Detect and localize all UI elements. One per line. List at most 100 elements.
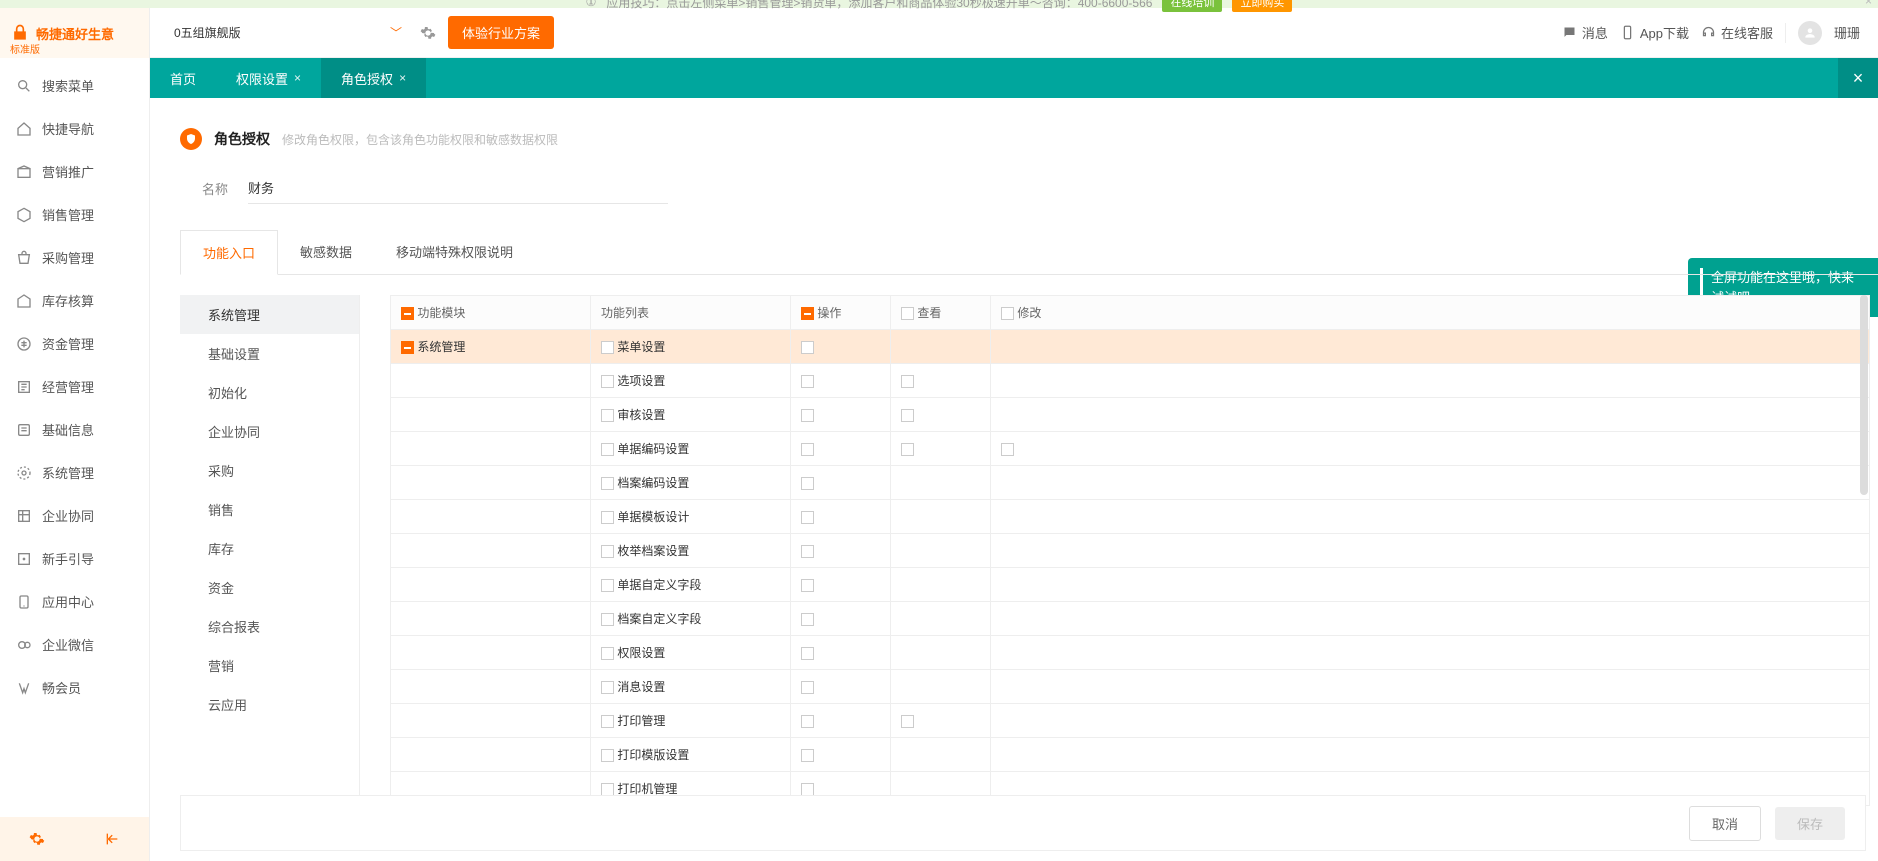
app-download-link[interactable]: App下载 (1620, 23, 1689, 42)
sidebar-item-search[interactable]: 搜索菜单 (0, 64, 149, 107)
row-list-checkbox[interactable] (601, 477, 614, 490)
row-list-checkbox[interactable] (601, 341, 614, 354)
row-op-checkbox[interactable] (801, 613, 814, 626)
category-init[interactable]: 初始化 (180, 373, 359, 412)
category-sales[interactable]: 销售 (180, 490, 359, 529)
row-list-checkbox[interactable] (601, 681, 614, 694)
module-row-checkbox[interactable] (401, 341, 414, 354)
row-op-checkbox[interactable] (801, 749, 814, 762)
inner-tab-func[interactable]: 功能入口 (180, 230, 278, 275)
role-name-value: 财务 (248, 172, 668, 204)
category-sys[interactable]: 系统管理 (180, 295, 359, 334)
table-row: 审核设置 (391, 398, 1870, 432)
tab-label: 权限设置 (236, 69, 288, 88)
row-list-checkbox[interactable] (601, 579, 614, 592)
sidebar-item-coop[interactable]: 企业协同 (0, 494, 149, 537)
app-download-label: App下载 (1640, 23, 1689, 42)
row-op-checkbox[interactable] (801, 375, 814, 388)
op-header-checkbox[interactable] (801, 307, 814, 320)
org-select[interactable]: 0五组旗舰版 ﹀ (168, 20, 408, 45)
avatar[interactable] (1798, 21, 1822, 45)
row-op-checkbox[interactable] (801, 443, 814, 456)
promo-close-icon[interactable]: × (1865, 0, 1872, 8)
sidebar-item-guide[interactable]: 新手引导 (0, 537, 149, 580)
sidebar-item-stock[interactable]: 库存核算 (0, 279, 149, 322)
feature-name: 消息设置 (617, 680, 665, 694)
row-op-checkbox[interactable] (801, 579, 814, 592)
row-op-checkbox[interactable] (801, 477, 814, 490)
row-op-checkbox[interactable] (801, 545, 814, 558)
sidebar-item-member[interactable]: 畅会员 (0, 666, 149, 709)
row-op-checkbox[interactable] (801, 681, 814, 694)
row-list-checkbox[interactable] (601, 443, 614, 456)
tab-close-icon[interactable]: × (294, 71, 301, 85)
row-list-checkbox[interactable] (601, 715, 614, 728)
row-view-checkbox[interactable] (901, 375, 914, 388)
messages-label: 消息 (1582, 23, 1608, 42)
page-title: 角色授权 (214, 129, 270, 149)
row-list-checkbox[interactable] (601, 545, 614, 558)
user-name[interactable]: 珊珊 (1834, 23, 1860, 42)
tab-home[interactable]: 首页 (150, 58, 216, 98)
table-scrollbar[interactable] (1860, 295, 1868, 495)
settings-gear-icon[interactable] (29, 831, 45, 847)
row-op-checkbox[interactable] (801, 341, 814, 354)
customer-service-link[interactable]: 在线客服 (1701, 23, 1773, 42)
save-button[interactable]: 保存 (1775, 807, 1845, 840)
row-list-checkbox[interactable] (601, 613, 614, 626)
sidebar-item-wecom[interactable]: 企业微信 (0, 623, 149, 666)
module-header-checkbox[interactable] (401, 307, 414, 320)
row-view-checkbox[interactable] (901, 409, 914, 422)
sidebar-item-system[interactable]: 系统管理 (0, 451, 149, 494)
row-view-checkbox[interactable] (901, 715, 914, 728)
row-list-checkbox[interactable] (601, 409, 614, 422)
category-base[interactable]: 基础设置 (180, 334, 359, 373)
row-edit-checkbox[interactable] (1001, 443, 1014, 456)
sidebar-item-sales[interactable]: 销售管理 (0, 193, 149, 236)
row-op-checkbox[interactable] (801, 715, 814, 728)
sidebar-item-basic[interactable]: 基础信息 (0, 408, 149, 451)
row-op-checkbox[interactable] (801, 511, 814, 524)
category-fund[interactable]: 资金 (180, 568, 359, 607)
sidebar-item-appcenter[interactable]: 应用中心 (0, 580, 149, 623)
row-list-checkbox[interactable] (601, 749, 614, 762)
close-all-tabs-icon[interactable]: × (1838, 58, 1878, 98)
category-report[interactable]: 综合报表 (180, 607, 359, 646)
sidebar-item-marketing[interactable]: 营销推广 (0, 150, 149, 193)
row-list-checkbox[interactable] (601, 511, 614, 524)
tab-role[interactable]: 角色授权× (321, 58, 426, 98)
sidebar-item-quicknav[interactable]: 快捷导航 (0, 107, 149, 150)
category-coop[interactable]: 企业协同 (180, 412, 359, 451)
cancel-button[interactable]: 取消 (1689, 806, 1761, 841)
promo-training-button[interactable]: 在线培训 (1162, 0, 1222, 12)
category-purchase[interactable]: 采购 (180, 451, 359, 490)
inner-tab-mobile[interactable]: 移动端特殊权限说明 (374, 230, 535, 274)
row-op-checkbox[interactable] (801, 409, 814, 422)
tab-perm[interactable]: 权限设置 × (216, 58, 321, 98)
inner-tab-sens[interactable]: 敏感数据 (278, 230, 374, 274)
sidebar-item-funds[interactable]: 资金管理 (0, 322, 149, 365)
chevron-down-icon: ﹀ (390, 24, 402, 41)
row-op-checkbox[interactable] (801, 647, 814, 660)
category-cloud[interactable]: 云应用 (180, 685, 359, 724)
phone-icon (1620, 25, 1635, 40)
promo-bar: ① 应用技巧：点击左侧菜单>销售管理>销货单，添加客户和商品体验30秒极速开单～… (0, 0, 1878, 8)
industry-plan-button[interactable]: 体验行业方案 (448, 16, 554, 49)
sidebar-item-operate[interactable]: 经营管理 (0, 365, 149, 408)
collapse-sidebar-icon[interactable] (104, 831, 120, 847)
category-marketing[interactable]: 营销 (180, 646, 359, 685)
org-settings-icon[interactable] (420, 25, 436, 41)
row-op-checkbox[interactable] (801, 783, 814, 796)
row-list-checkbox[interactable] (601, 375, 614, 388)
messages-link[interactable]: 消息 (1562, 23, 1608, 42)
view-header-checkbox[interactable] (901, 307, 914, 320)
row-view-checkbox[interactable] (901, 443, 914, 456)
customer-service-label: 在线客服 (1721, 23, 1773, 42)
edit-header-checkbox[interactable] (1001, 307, 1014, 320)
promo-buy-button[interactable]: 立即购买 (1232, 0, 1292, 12)
tab-close-icon[interactable]: × (399, 71, 406, 85)
category-stock[interactable]: 库存 (180, 529, 359, 568)
sidebar-item-label: 系统管理 (42, 463, 94, 482)
row-list-checkbox[interactable] (601, 647, 614, 660)
sidebar-item-purchase[interactable]: 采购管理 (0, 236, 149, 279)
